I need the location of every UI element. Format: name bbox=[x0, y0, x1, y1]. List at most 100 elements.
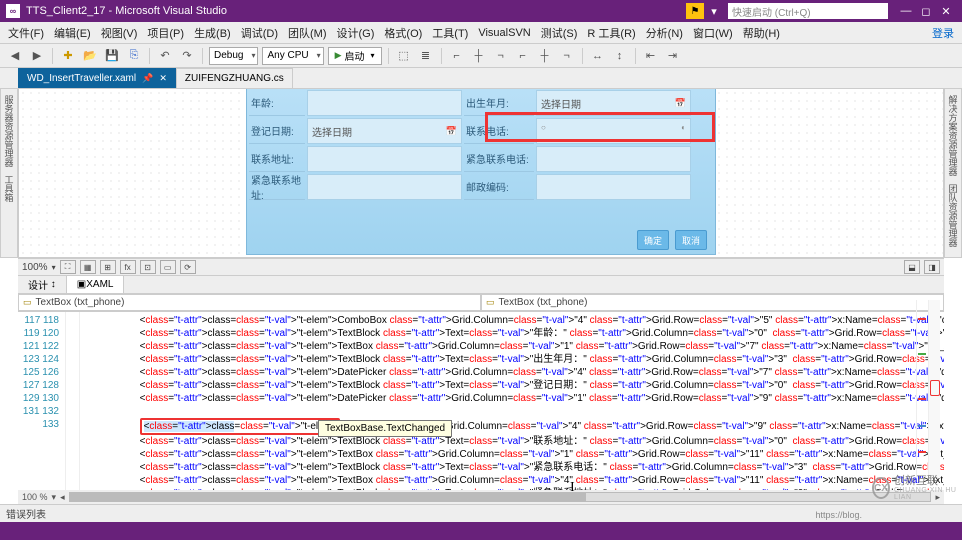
toggle-icon[interactable]: ⊡ bbox=[140, 260, 156, 274]
menu-team[interactable]: 团队(M) bbox=[288, 25, 327, 41]
menu-view[interactable]: 视图(V) bbox=[101, 25, 138, 41]
right-side-panel[interactable]: 解决方案资源管理器 团队资源管理器 bbox=[944, 88, 962, 258]
zoom-down-icon[interactable]: ▾ bbox=[52, 492, 57, 503]
textbox-icon: ▭ bbox=[486, 297, 495, 308]
server-explorer-tab[interactable]: 服务器资源管理器 bbox=[3, 93, 16, 169]
nav-back-icon[interactable]: ◀ bbox=[6, 47, 24, 65]
login-link[interactable]: 登录 bbox=[932, 25, 954, 41]
align-left-icon[interactable]: ⌐ bbox=[448, 47, 466, 65]
menu-visualsvn[interactable]: VisualSVN bbox=[478, 27, 530, 39]
pin-icon[interactable]: 📌 bbox=[142, 73, 153, 84]
calendar-icon[interactable]: 📅 bbox=[675, 98, 686, 109]
menu-rtools[interactable]: R 工具(R) bbox=[587, 25, 635, 41]
save-icon[interactable]: 💾 bbox=[103, 47, 121, 65]
nav-fwd-icon[interactable]: ▶ bbox=[28, 47, 46, 65]
menu-tools[interactable]: 工具(T) bbox=[432, 25, 468, 41]
menu-debug[interactable]: 调试(D) bbox=[241, 25, 278, 41]
calendar-icon[interactable]: 📅 bbox=[446, 126, 457, 137]
quick-launch-input[interactable]: 快速启动 (Ctrl+Q) bbox=[728, 3, 888, 19]
vs-icon: ∞ bbox=[6, 4, 20, 18]
scroll-track[interactable] bbox=[69, 492, 932, 502]
close-tab-icon[interactable]: ✕ bbox=[159, 73, 167, 84]
tab-label: WD_InsertTraveller.xaml bbox=[27, 73, 136, 84]
zoom-label: 100 % bbox=[22, 492, 48, 502]
cancel-button[interactable]: 取消 bbox=[675, 230, 707, 250]
effects-icon[interactable]: fx bbox=[120, 260, 136, 274]
size-width-icon[interactable]: ↔ bbox=[589, 47, 607, 65]
snap-icon[interactable]: ⊞ bbox=[100, 260, 116, 274]
overview-margin[interactable] bbox=[916, 300, 944, 478]
redo-icon[interactable]: ↷ bbox=[178, 47, 196, 65]
align-center-icon[interactable]: ┼ bbox=[470, 47, 488, 65]
field-address[interactable] bbox=[307, 146, 462, 172]
xaml-tab[interactable]: ▣ XAML bbox=[67, 276, 125, 293]
align-bottom-icon[interactable]: ¬ bbox=[558, 47, 576, 65]
label-emaddress: 紧急联系地址: bbox=[249, 174, 305, 200]
breadcrumb-right[interactable]: ▭TextBox (txt_phone) bbox=[481, 294, 944, 311]
error-list-tab[interactable]: 错误列表 bbox=[6, 506, 46, 521]
start-button[interactable]: ▶启动▾ bbox=[328, 47, 382, 65]
menu-project[interactable]: 项目(P) bbox=[147, 25, 184, 41]
minimize-button[interactable]: — bbox=[896, 5, 916, 17]
team-explorer-tab[interactable]: 团队资源管理器 bbox=[947, 182, 960, 249]
design-tab[interactable]: 设计 ↕ bbox=[18, 276, 67, 293]
zoom-combo[interactable]: 100% bbox=[22, 262, 48, 273]
menu-build[interactable]: 生成(B) bbox=[194, 25, 231, 41]
new-project-icon[interactable]: ✚ bbox=[59, 47, 77, 65]
start-label: 启动 bbox=[345, 48, 365, 63]
save-all-icon[interactable]: ⎘ bbox=[125, 47, 143, 65]
toolbox-tab[interactable]: 工具箱 bbox=[3, 173, 16, 204]
align-middle-icon[interactable]: ┼ bbox=[536, 47, 554, 65]
watermark-text: 创新互联 bbox=[894, 476, 958, 487]
selection-highlight bbox=[485, 112, 715, 142]
toolbar-btn-a[interactable]: ⬚ bbox=[395, 47, 413, 65]
menu-test[interactable]: 测试(S) bbox=[541, 25, 578, 41]
designer-surface[interactable]: 年龄: 出生年月: 选择日期📅 登记日期: 选择日期📅 联系电话: ○◐ 联系地… bbox=[18, 88, 944, 258]
refresh-icon[interactable]: ⟳ bbox=[180, 260, 196, 274]
left-side-panel[interactable]: 服务器资源管理器 工具箱 bbox=[0, 88, 18, 258]
hspace-icon[interactable]: ⇤ bbox=[642, 47, 660, 65]
code-editor[interactable]: 117 118 119 120 121 122 123 124 125 126 … bbox=[18, 312, 944, 490]
fold-gutter[interactable] bbox=[66, 312, 80, 490]
menu-window[interactable]: 窗口(W) bbox=[693, 25, 733, 41]
field-emaddress[interactable] bbox=[307, 174, 462, 200]
menu-format[interactable]: 格式(O) bbox=[384, 25, 422, 41]
notification-flag-icon[interactable]: ⚑ bbox=[686, 3, 704, 19]
field-zip[interactable] bbox=[536, 174, 691, 200]
fit-icon[interactable]: ⛶ bbox=[60, 260, 76, 274]
editor-hscroll[interactable]: 100 % ▾ ◂ ▸ bbox=[18, 490, 944, 504]
tab-cs-file[interactable]: ZUIFENGZHUANG.cs bbox=[176, 68, 293, 88]
menu-analyze[interactable]: 分析(N) bbox=[646, 25, 683, 41]
breadcrumb-left[interactable]: ▭TextBox (txt_phone) bbox=[18, 294, 481, 311]
grid-icon[interactable]: ▦ bbox=[80, 260, 96, 274]
scroll-thumb[interactable] bbox=[70, 493, 587, 501]
code-content[interactable]: <class="t-attr">class=class="t-val">"t-e… bbox=[80, 312, 944, 490]
undo-icon[interactable]: ↶ bbox=[156, 47, 174, 65]
toolbar-btn-b[interactable]: ≣ bbox=[417, 47, 435, 65]
scroll-left-icon[interactable]: ◂ bbox=[60, 492, 65, 503]
field-regdate[interactable]: 选择日期📅 bbox=[307, 118, 462, 144]
close-button[interactable]: ✕ bbox=[936, 5, 956, 18]
align-right-icon[interactable]: ¬ bbox=[492, 47, 510, 65]
open-icon[interactable]: 📂 bbox=[81, 47, 99, 65]
ok-button[interactable]: 确定 bbox=[637, 230, 669, 250]
platform-combo[interactable]: Any CPU bbox=[262, 47, 323, 65]
phone-icon[interactable]: ▭ bbox=[160, 260, 176, 274]
notification-dropdown-icon[interactable]: ▾ bbox=[708, 3, 720, 19]
menu-design[interactable]: 设计(G) bbox=[337, 25, 375, 41]
split-h-icon[interactable]: ⬓ bbox=[904, 260, 920, 274]
menu-file[interactable]: 文件(F) bbox=[8, 25, 44, 41]
solution-explorer-tab[interactable]: 解决方案资源管理器 bbox=[947, 93, 960, 178]
menu-help[interactable]: 帮助(H) bbox=[743, 25, 780, 41]
config-combo[interactable]: Debug bbox=[209, 47, 258, 65]
url-hint: https://blog. bbox=[815, 510, 862, 520]
field-age[interactable] bbox=[307, 90, 462, 116]
field-emphone[interactable] bbox=[536, 146, 691, 172]
split-v-icon[interactable]: ◨ bbox=[924, 260, 940, 274]
vspace-icon[interactable]: ⇥ bbox=[664, 47, 682, 65]
menu-edit[interactable]: 编辑(E) bbox=[54, 25, 91, 41]
size-height-icon[interactable]: ↕ bbox=[611, 47, 629, 65]
restore-button[interactable]: ◻ bbox=[916, 5, 936, 18]
align-top-icon[interactable]: ⌐ bbox=[514, 47, 532, 65]
tab-xaml-file[interactable]: WD_InsertTraveller.xaml 📌 ✕ bbox=[18, 68, 176, 88]
